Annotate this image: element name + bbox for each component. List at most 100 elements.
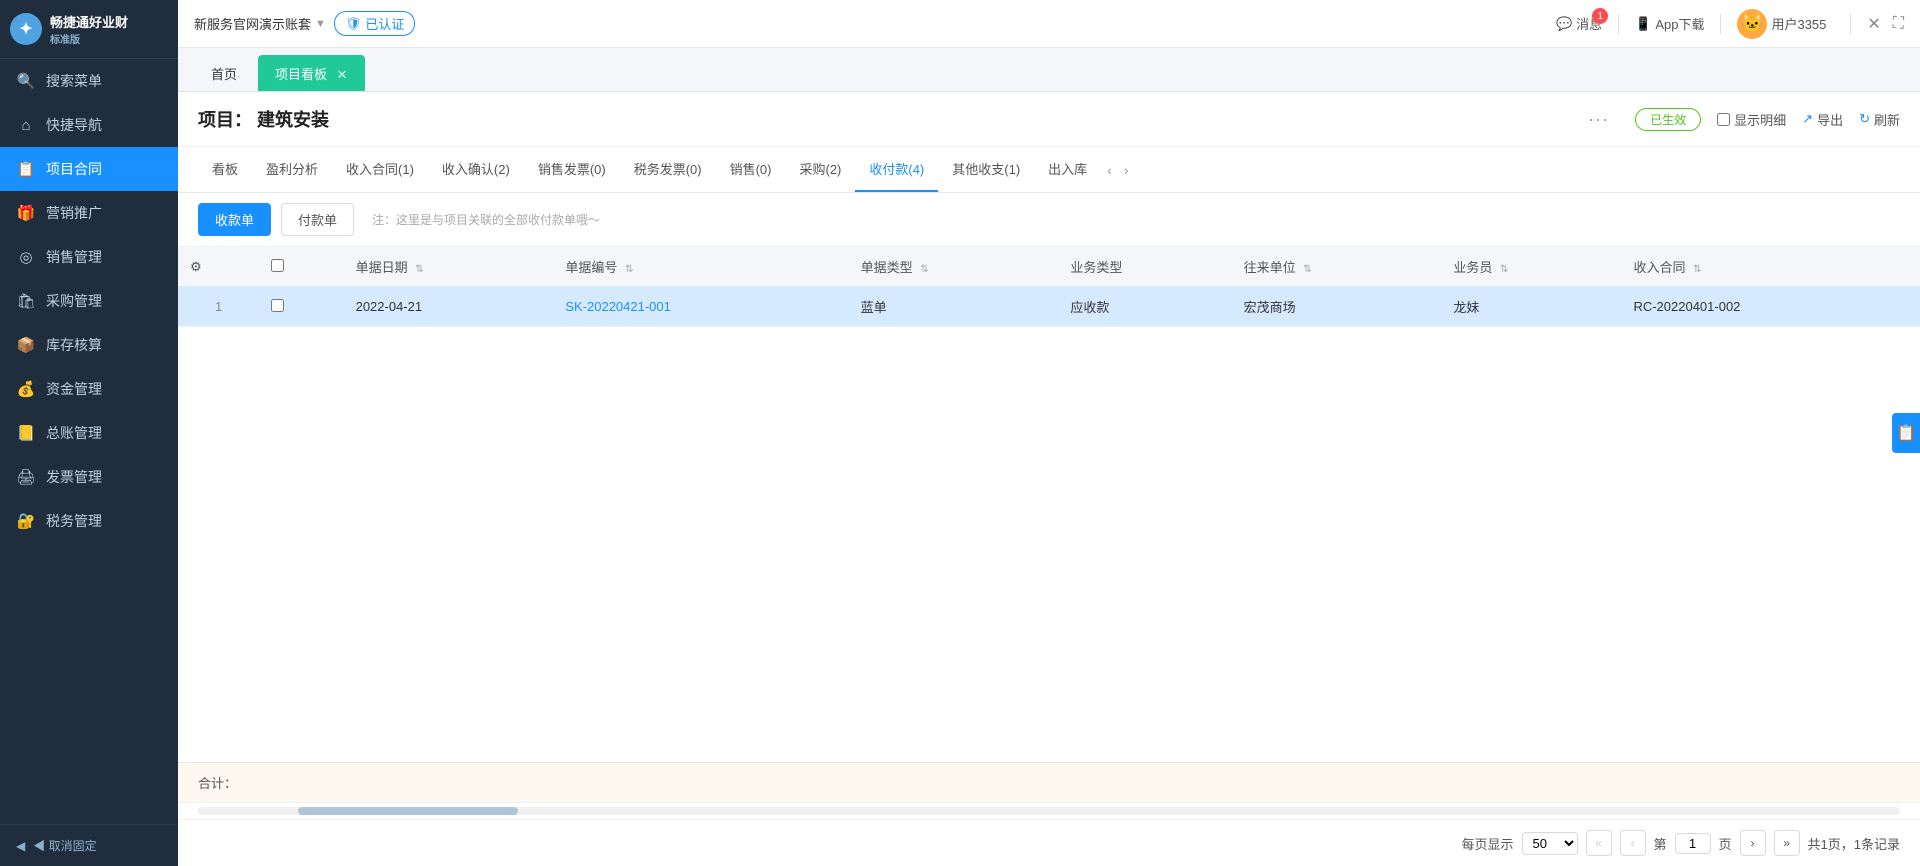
app-logo-text: 畅捷通好业财 标准版 [50, 12, 128, 46]
sidebar-item-label-finance: 资金管理 [46, 379, 102, 399]
row-type: 蓝单 [861, 300, 887, 315]
collection-toggle-button[interactable]: 收款单 [198, 203, 271, 236]
sidebar-unpin-button[interactable]: ◀ ◀ 取消固定 [0, 824, 178, 866]
sidebar-item-label-purchase: 采购管理 [46, 291, 102, 311]
refresh-button[interactable]: ↻ 刷新 [1859, 110, 1900, 129]
sub-nav-income-contract[interactable]: 收入合同(1) [332, 147, 428, 192]
account-selector[interactable]: 新服务官网演示账套 ▼ [194, 14, 326, 33]
close-window-button[interactable]: ✕ [1867, 14, 1880, 34]
sub-nav-purchase-label: 采购(2) [799, 162, 841, 177]
sidebar-item-label-marketing: 营销推广 [46, 203, 102, 223]
sub-nav-purchase[interactable]: 采购(2) [785, 147, 855, 192]
row-date-cell: 2022-04-21 [344, 287, 554, 327]
tab-close-icon[interactable]: ✕ [337, 67, 348, 82]
sort-date-icon[interactable]: ⇅ [415, 264, 423, 275]
sort-income-contract-icon[interactable]: ⇅ [1693, 264, 1701, 275]
col-date[interactable]: 单据日期 ⇅ [344, 247, 554, 287]
sidebar-item-tax[interactable]: 🔐 税务管理 [0, 499, 178, 543]
sidebar-item-shortcut[interactable]: ⌂ 快捷导航 [0, 103, 178, 147]
page-last-button[interactable]: » [1774, 830, 1800, 856]
sub-nav-other-expense[interactable]: 其他收支(1) [938, 147, 1034, 192]
show-detail-input[interactable] [1717, 113, 1730, 126]
total-pages-label: 共1页，1条记录 [1808, 834, 1900, 853]
project-status-badge: 已生效 [1635, 108, 1701, 131]
sub-nav-profit[interactable]: 盈利分析 [252, 147, 332, 192]
sidebar-item-label-shortcut: 快捷导航 [46, 115, 102, 135]
app-download-button[interactable]: 📱 App下载 [1635, 14, 1704, 33]
sub-nav-income-confirm[interactable]: 收入确认(2) [428, 147, 524, 192]
tab-project-board[interactable]: 项目看板 ✕ [258, 55, 365, 91]
select-all-checkbox[interactable] [271, 259, 284, 272]
sort-type-icon[interactable]: ⇅ [920, 264, 928, 275]
refresh-icon: ↻ [1859, 111, 1870, 127]
tax-icon: 🔐 [16, 512, 36, 530]
gift-icon: 🎁 [16, 204, 36, 222]
sort-partner-icon[interactable]: ⇅ [1303, 264, 1311, 275]
sub-nav-inout[interactable]: 出入库 [1034, 147, 1101, 192]
messages-button[interactable]: 💬 消息 1 [1556, 14, 1602, 33]
sidebar-item-label-project: 项目合同 [46, 159, 102, 179]
sidebar-item-ledger[interactable]: 📒 总账管理 [0, 411, 178, 455]
sidebar-item-finance[interactable]: 💰 资金管理 [0, 367, 178, 411]
main-area: 新服务官网演示账套 ▼ 🛡 已认证 💬 消息 1 📱 App下载 🐱 用 [178, 0, 1920, 866]
sidebar-item-marketing[interactable]: 🎁 营销推广 [0, 191, 178, 235]
float-action-button[interactable]: 📋 [1892, 413, 1920, 453]
sort-number-icon[interactable]: ⇅ [625, 264, 633, 275]
project-header: 项目： 建筑安装 ··· 已生效 显示明细 ↗ 导出 ↻ 刷新 [178, 92, 1920, 147]
sub-nav-sales[interactable]: 销售(0) [716, 147, 786, 192]
page-prev-button[interactable]: ‹ [1620, 830, 1646, 856]
sub-nav-sales-invoice[interactable]: 销售发票(0) [524, 147, 620, 192]
col-type-label: 单据类型 [861, 260, 913, 275]
sub-nav-kanban[interactable]: 看板 [198, 147, 252, 192]
page-next-button[interactable]: › [1740, 830, 1766, 856]
show-detail-checkbox[interactable]: 显示明细 [1717, 110, 1786, 129]
invoice-icon: 🖨 [16, 468, 36, 486]
sort-salesman-icon[interactable]: ⇅ [1500, 264, 1508, 275]
sidebar-item-sales[interactable]: ◎ 销售管理 [0, 235, 178, 279]
col-number[interactable]: 单据编号 ⇅ [553, 247, 848, 287]
sub-nav-receipt[interactable]: 收付款(4) [855, 147, 938, 192]
col-salesman-label: 业务员 [1453, 260, 1492, 275]
row-partner-cell: 宏茂商场 [1232, 287, 1442, 327]
sidebar-item-purchase[interactable]: 🛍 采购管理 [0, 279, 178, 323]
sidebar-scroll: 🔍 搜索菜单 ⌂ 快捷导航 📋 项目合同 🎁 营销推广 ◎ 销售管理 🛍 采购管… [0, 59, 178, 824]
chat-icon: 💬 [1556, 16, 1572, 32]
maximize-window-button[interactable]: ⛶ [1893, 15, 1904, 33]
topbar-divider [1618, 14, 1619, 34]
account-dropdown-arrow: ▼ [315, 18, 326, 30]
sidebar-item-invoice[interactable]: 🖨 发票管理 [0, 455, 178, 499]
home-icon: ⌂ [16, 117, 36, 134]
sub-nav-tax-invoice[interactable]: 税务发票(0) [620, 147, 716, 192]
page-number-input[interactable] [1675, 833, 1711, 854]
sidebar-item-search[interactable]: 🔍 搜索菜单 [0, 59, 178, 103]
user-button[interactable]: 🐱 用户3355 [1737, 9, 1826, 39]
row-number-link[interactable]: SK-20220421-001 [565, 299, 671, 314]
table-header-row: ⚙ 单据日期 ⇅ 单据编号 ⇅ [178, 247, 1920, 287]
page-first-button[interactable]: « [1586, 830, 1612, 856]
scroll-track [198, 807, 1900, 815]
horizontal-scrollbar[interactable] [178, 802, 1920, 819]
col-salesman[interactable]: 业务员 ⇅ [1441, 247, 1621, 287]
phone-icon: 📱 [1635, 16, 1651, 32]
scroll-thumb[interactable] [298, 807, 518, 815]
tab-home[interactable]: 首页 [194, 55, 254, 91]
sidebar-item-inventory[interactable]: 📦 库存核算 [0, 323, 178, 367]
project-actions: ··· 已生效 显示明细 ↗ 导出 ↻ 刷新 [1588, 108, 1900, 131]
app-edition: 标准版 [50, 31, 128, 46]
export-button[interactable]: ↗ 导出 [1802, 110, 1843, 129]
col-settings[interactable]: ⚙ [178, 247, 259, 287]
settings-gear-icon[interactable]: ⚙ [190, 259, 202, 274]
sub-nav-prev-arrow[interactable]: ‹ [1101, 162, 1118, 178]
row-checkbox[interactable] [271, 299, 284, 312]
sub-nav-sales-label: 销售(0) [730, 162, 772, 177]
project-more-button[interactable]: ··· [1588, 109, 1609, 130]
pagination: 每页显示 50 100 200 « ‹ 第 页 › » 共1页，1条记录 [178, 819, 1920, 866]
sub-nav-next-arrow[interactable]: › [1118, 162, 1135, 178]
payment-toggle-button[interactable]: 付款单 [281, 203, 354, 236]
sidebar-item-project[interactable]: 📋 项目合同 [0, 147, 178, 191]
col-type[interactable]: 单据类型 ⇅ [849, 247, 1059, 287]
table-row[interactable]: 1 2022-04-21 SK-20220421-001 蓝单 [178, 287, 1920, 327]
col-partner[interactable]: 往来单位 ⇅ [1232, 247, 1442, 287]
per-page-select[interactable]: 50 100 200 [1522, 832, 1578, 855]
col-income-contract[interactable]: 收入合同 ⇅ [1621, 247, 1920, 287]
